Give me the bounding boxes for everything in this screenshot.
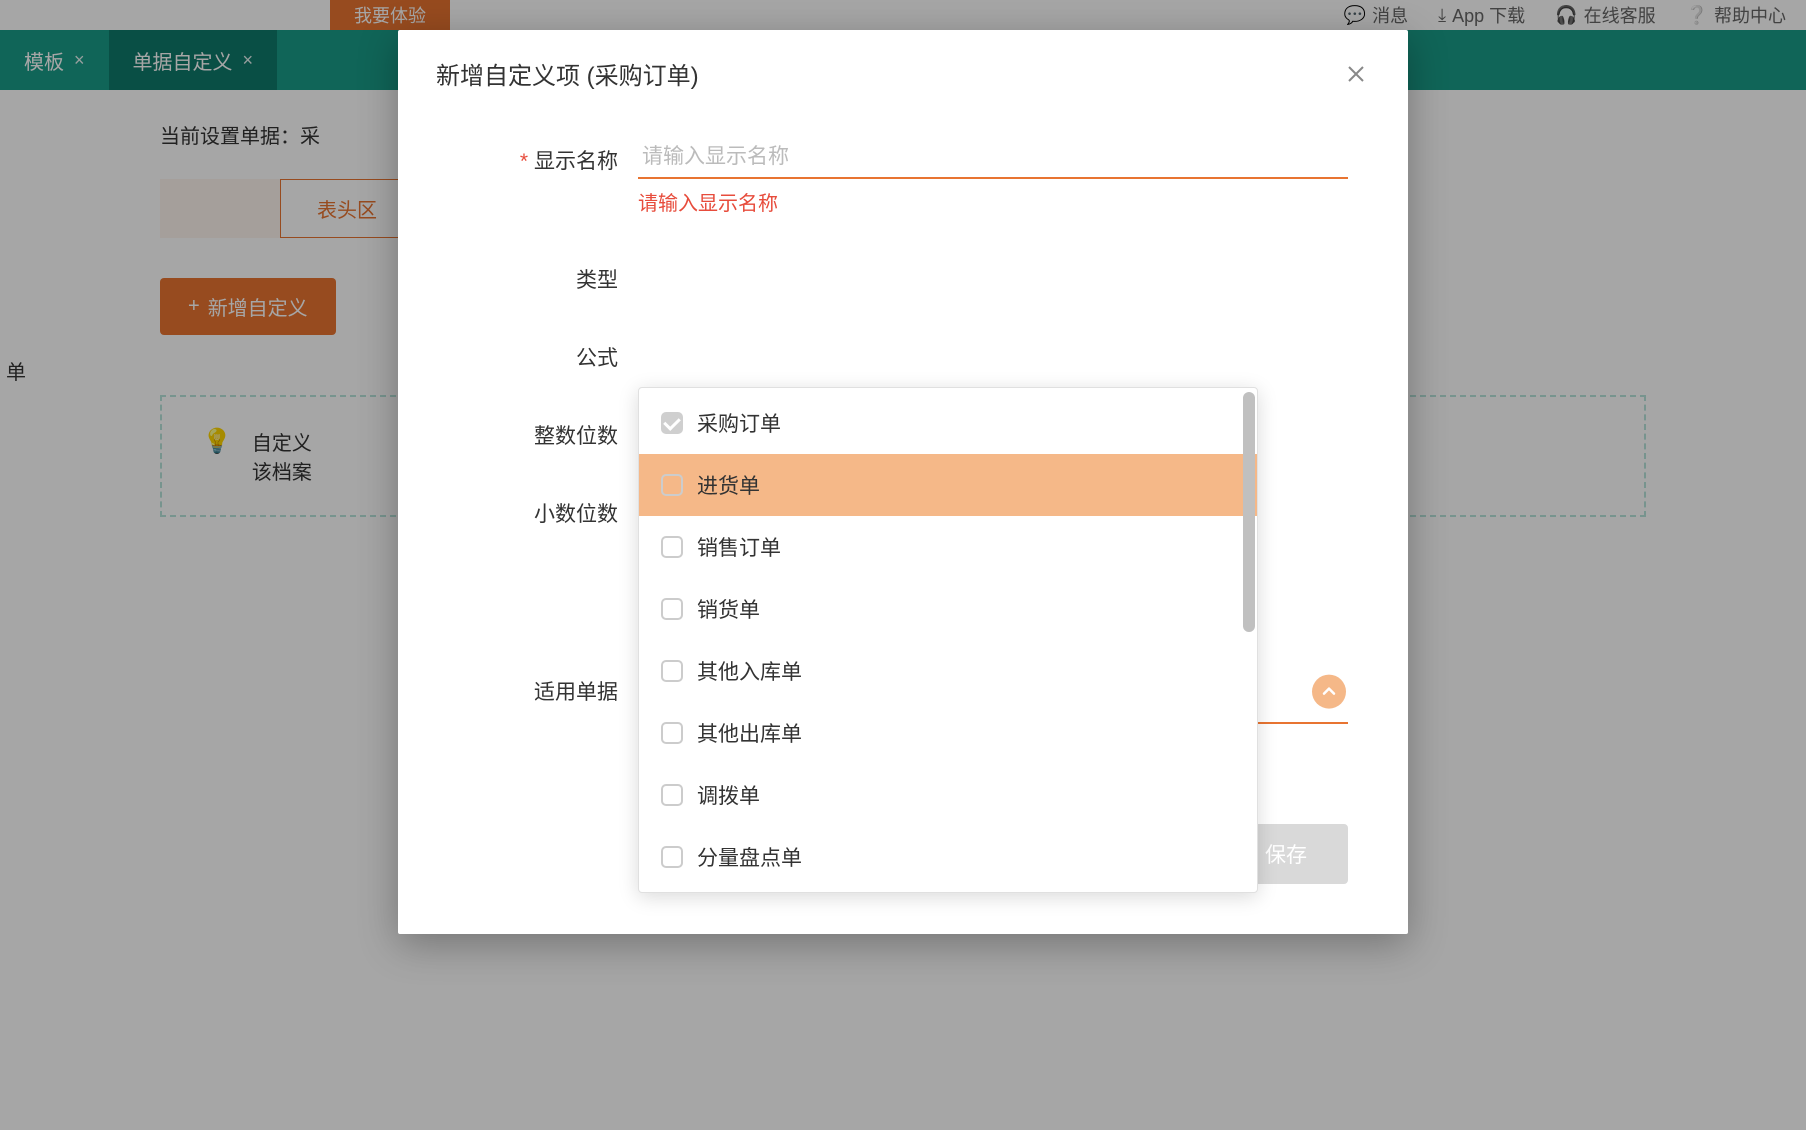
dropdown-option-label: 其他出库单 (697, 718, 802, 748)
dropdown-scrollbar[interactable] (1243, 392, 1255, 632)
dropdown-option-checkbox[interactable] (661, 474, 683, 496)
required-star: * (520, 150, 528, 173)
label-integer-digits: 整数位数 (534, 425, 618, 448)
save-button-label: 保存 (1265, 844, 1307, 867)
dropdown-option-label: 分量盘点单 (697, 842, 802, 872)
modal-title: 新增自定义项 (采购订单) (436, 56, 699, 91)
dropdown-option[interactable]: 分量盘点单 (639, 826, 1257, 888)
dropdown-option-label: 采购订单 (697, 408, 781, 438)
chevron-up-icon (1321, 684, 1337, 700)
modal-add-custom-field: 新增自定义项 (采购订单) * 显示名称 请输入显示名称 类型 (398, 30, 1408, 934)
label-type: 类型 (576, 269, 618, 292)
dropdown-option[interactable]: 其他入库单 (639, 640, 1257, 702)
dropdown-option-label: 销售订单 (697, 532, 781, 562)
dropdown-option[interactable]: 其他出库单 (639, 702, 1257, 764)
dropdown-option-checkbox[interactable] (661, 412, 683, 434)
label-applicable-doc: 适用单据 (534, 681, 618, 704)
dropdown-option[interactable]: 销售订单 (639, 516, 1257, 578)
label-formula: 公式 (576, 347, 618, 370)
dropdown-option-label: 调拨单 (697, 780, 760, 810)
label-display-name: 显示名称 (534, 150, 618, 173)
dropdown-option-checkbox[interactable] (661, 784, 683, 806)
dropdown-option-checkbox[interactable] (661, 660, 683, 682)
dropdown-option-checkbox[interactable] (661, 536, 683, 558)
dropdown-toggle-button[interactable] (1312, 675, 1346, 709)
dropdown-option[interactable]: 采购订单 (639, 392, 1257, 454)
close-icon (1346, 64, 1366, 84)
display-name-error: 请输入显示名称 (638, 187, 1348, 216)
dropdown-option[interactable]: 调拨单 (639, 764, 1257, 826)
dropdown-option[interactable]: 销货单 (639, 578, 1257, 640)
dropdown-option-label: 进货单 (697, 470, 760, 500)
display-name-input[interactable] (638, 137, 1348, 179)
modal-close-button[interactable] (1342, 60, 1370, 88)
dropdown-option-checkbox[interactable] (661, 722, 683, 744)
dropdown-option[interactable]: 进货单 (639, 454, 1257, 516)
dropdown-option-label: 其他入库单 (697, 656, 802, 686)
modal-overlay: 新增自定义项 (采购订单) * 显示名称 请输入显示名称 类型 (0, 0, 1806, 1130)
dropdown-option-label: 销货单 (697, 594, 760, 624)
label-decimal-digits: 小数位数 (534, 503, 618, 526)
dropdown-option-checkbox[interactable] (661, 846, 683, 868)
applicable-doc-dropdown: 采购订单进货单销售订单销货单其他入库单其他出库单调拨单分量盘点单 (638, 387, 1258, 893)
dropdown-option-checkbox[interactable] (661, 598, 683, 620)
